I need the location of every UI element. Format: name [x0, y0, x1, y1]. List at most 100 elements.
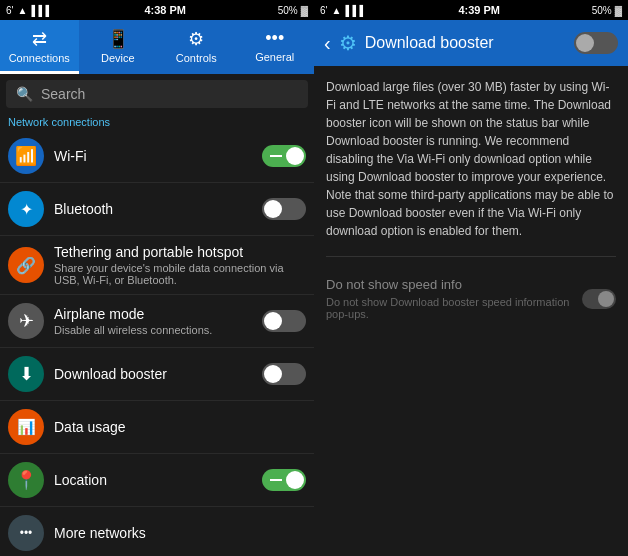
left-panel: 6' ▲ ▌▌▌ 4:38 PM 50% ▓ ⇄ Connections 📱 D… [0, 0, 314, 556]
tethering-title: Tethering and portable hotspot [54, 244, 306, 260]
tab-connections-label: Connections [9, 52, 70, 64]
tab-general-label: General [255, 51, 294, 63]
general-icon: ••• [265, 28, 284, 49]
right-wifi-icon: ▲ [331, 5, 341, 16]
tab-device[interactable]: 📱 Device [79, 20, 158, 74]
back-button[interactable]: ‹ [324, 32, 331, 55]
tab-controls-label: Controls [176, 52, 217, 64]
tethering-text: Tethering and portable hotspot Share you… [54, 244, 306, 286]
airplane-toggle[interactable] [262, 310, 306, 332]
download-booster-toggle[interactable] [262, 363, 306, 385]
right-battery-icon: ▓ [615, 5, 622, 16]
wifi-toggle-knob [286, 147, 304, 165]
tab-bar: ⇄ Connections 📱 Device ⚙ Controls ••• Ge… [0, 20, 314, 74]
section-label: Network connections [0, 112, 314, 130]
status-time: 4:38 PM [144, 4, 186, 16]
header-toggle[interactable] [574, 32, 618, 54]
right-header: ‹ ⚙ Download booster [314, 20, 628, 66]
airplane-toggle-knob [264, 312, 282, 330]
download-booster-text: Download booster [54, 366, 262, 382]
right-status-time: 4:39 PM [458, 4, 500, 16]
header-gear-icon: ⚙ [339, 31, 357, 55]
download-booster-toggle-knob [264, 365, 282, 383]
location-toggle[interactable] [262, 469, 306, 491]
speed-info-title: Do not show speed info [326, 277, 582, 292]
menu-item-tethering[interactable]: 🔗 Tethering and portable hotspot Share y… [0, 236, 314, 295]
menu-item-location[interactable]: 📍 Location [0, 454, 314, 507]
battery-text: 50% [278, 5, 298, 16]
divider [326, 256, 616, 257]
signal-text: 6' [6, 5, 13, 16]
battery-icon: ▓ [301, 5, 308, 16]
speed-info-text: Do not show speed info Do not show Downl… [326, 277, 582, 320]
left-status-bar: 6' ▲ ▌▌▌ 4:38 PM 50% ▓ [0, 0, 314, 20]
menu-item-more-networks[interactable]: ••• More networks [0, 507, 314, 556]
wifi-icon: ▲ [17, 5, 27, 16]
right-signal-text: 6' [320, 5, 327, 16]
airplane-title: Airplane mode [54, 306, 262, 322]
right-status-right: 50% ▓ [592, 5, 622, 16]
location-toggle-line [270, 479, 282, 481]
airplane-subtitle: Disable all wireless connections. [54, 324, 262, 336]
status-left: 6' ▲ ▌▌▌ [6, 5, 53, 16]
controls-icon: ⚙ [188, 28, 204, 50]
menu-list: 📶 Wi-Fi ✦ Bluetooth 🔗 Tethering and port [0, 130, 314, 556]
search-bar[interactable]: 🔍 Search [6, 80, 308, 108]
right-status-left: 6' ▲ ▌▌▌ [320, 5, 367, 16]
data-usage-title: Data usage [54, 419, 306, 435]
wifi-text: Wi-Fi [54, 148, 262, 164]
location-icon: 📍 [8, 462, 44, 498]
bluetooth-title: Bluetooth [54, 201, 262, 217]
right-content: Download large files (over 30 MB) faster… [314, 66, 628, 556]
connections-icon: ⇄ [32, 28, 47, 50]
tethering-icon: 🔗 [8, 247, 44, 283]
wifi-title: Wi-Fi [54, 148, 262, 164]
more-networks-text: More networks [54, 525, 306, 541]
speed-info-toggle[interactable] [582, 289, 616, 309]
location-text: Location [54, 472, 262, 488]
download-booster-icon: ⬇ [8, 356, 44, 392]
airplane-text: Airplane mode Disable all wireless conne… [54, 306, 262, 336]
tab-connections[interactable]: ⇄ Connections [0, 20, 79, 74]
bluetooth-text: Bluetooth [54, 201, 262, 217]
wifi-toggle-line [270, 155, 282, 157]
download-booster-title: Download booster [54, 366, 262, 382]
menu-item-download-booster[interactable]: ⬇ Download booster [0, 348, 314, 401]
right-battery-text: 50% [592, 5, 612, 16]
more-networks-icon: ••• [8, 515, 44, 551]
search-placeholder: Search [41, 86, 85, 102]
menu-item-data-usage[interactable]: 📊 Data usage [0, 401, 314, 454]
bluetooth-toggle[interactable] [262, 198, 306, 220]
menu-item-wifi[interactable]: 📶 Wi-Fi [0, 130, 314, 183]
device-icon: 📱 [107, 28, 129, 50]
status-right: 50% ▓ [278, 5, 308, 16]
speed-info-section: Do not show speed info Do not show Downl… [326, 265, 616, 328]
search-icon: 🔍 [16, 86, 33, 102]
location-title: Location [54, 472, 262, 488]
wifi-icon: 📶 [8, 138, 44, 174]
right-status-bar: 6' ▲ ▌▌▌ 4:39 PM 50% ▓ [314, 0, 628, 20]
tab-device-label: Device [101, 52, 135, 64]
speed-info-subtitle: Do not show Download booster speed infor… [326, 296, 582, 320]
header-toggle-knob [576, 34, 594, 52]
airplane-icon: ✈ [8, 303, 44, 339]
bluetooth-icon: ✦ [8, 191, 44, 227]
signal-icon: ▌▌▌ [31, 5, 52, 16]
right-signal-icon: ▌▌▌ [345, 5, 366, 16]
bluetooth-toggle-knob [264, 200, 282, 218]
tab-controls[interactable]: ⚙ Controls [157, 20, 236, 74]
speed-toggle-row: Do not show speed info Do not show Downl… [326, 277, 616, 320]
menu-item-airplane[interactable]: ✈ Airplane mode Disable all wireless con… [0, 295, 314, 348]
data-usage-text: Data usage [54, 419, 306, 435]
speed-info-toggle-knob [598, 291, 614, 307]
right-header-title: Download booster [365, 34, 566, 52]
right-panel: 6' ▲ ▌▌▌ 4:39 PM 50% ▓ ‹ ⚙ Download boos… [314, 0, 628, 556]
wifi-toggle[interactable] [262, 145, 306, 167]
data-usage-icon: 📊 [8, 409, 44, 445]
menu-item-bluetooth[interactable]: ✦ Bluetooth [0, 183, 314, 236]
location-toggle-knob [286, 471, 304, 489]
tethering-subtitle: Share your device's mobile data connecti… [54, 262, 306, 286]
more-networks-title: More networks [54, 525, 306, 541]
description-text: Download large files (over 30 MB) faster… [326, 78, 616, 240]
tab-general[interactable]: ••• General [236, 20, 315, 74]
